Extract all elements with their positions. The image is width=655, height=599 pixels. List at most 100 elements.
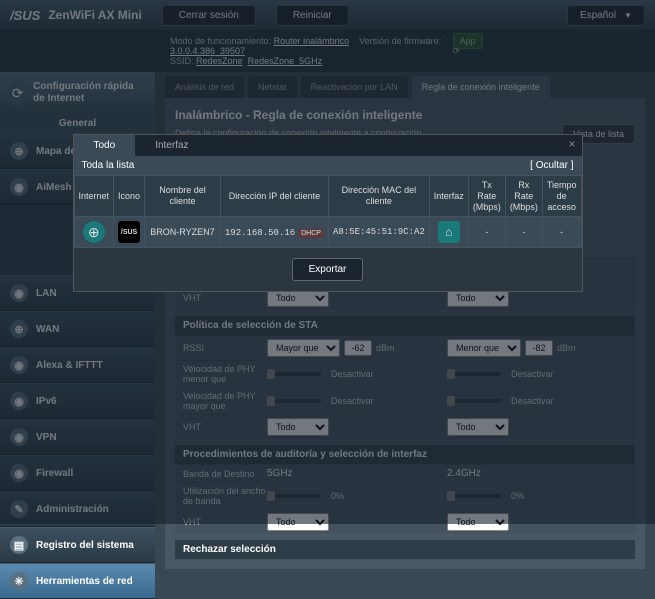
phy-lt-label: Velocidad de PHY menor que: [183, 364, 267, 384]
sidebar-item-label: Registro del sistema: [36, 540, 134, 551]
network-map-icon: ⊕: [10, 142, 28, 160]
close-icon[interactable]: ×: [568, 137, 575, 151]
rssi-val-1[interactable]: [344, 340, 372, 356]
sidebar-item-syslog[interactable]: ▤ Registro del sistema: [0, 527, 155, 563]
vht-select-3a[interactable]: Todo: [267, 513, 329, 531]
rssi-val-2[interactable]: [525, 340, 553, 356]
client-list-modal: × Todo Interfaz Toda la lista [ Ocultar …: [73, 134, 583, 292]
client-table: Internet Icono Nombre del cliente Direcc…: [74, 175, 582, 248]
bw-slider-1[interactable]: [267, 494, 321, 498]
sidebar-item-vpn[interactable]: ◉ VPN: [0, 419, 155, 455]
col-icon: Icono: [114, 176, 145, 217]
col-interface: Interfaz: [429, 176, 468, 217]
sidebar-item-ipv6[interactable]: ◉IPv6: [0, 383, 155, 419]
wan-icon: ⊕: [10, 320, 28, 338]
export-button[interactable]: Exportar: [292, 258, 364, 281]
mode-value[interactable]: Router inalámbrico: [274, 36, 350, 46]
ssid-2[interactable]: RedesZone_5GHz: [248, 56, 323, 66]
vht-select-2a[interactable]: Todo: [267, 418, 329, 436]
client-rx: -: [505, 217, 542, 248]
sidebar-item-alexa[interactable]: ◉ Alexa & IFTTT: [0, 347, 155, 383]
ssid-1[interactable]: RedesZone: [196, 56, 243, 66]
sidebar-item-label: Firewall: [36, 468, 73, 479]
fw-value[interactable]: 3.0.0.4.386_39507: [170, 46, 245, 56]
alexa-icon: ◉: [10, 356, 28, 374]
quick-setup-icon: ⟳: [8, 80, 27, 106]
phy-lt-val-2: Desactivar: [511, 369, 554, 379]
rssi-cond-1[interactable]: Mayor que: [267, 339, 340, 357]
list-title: Toda la lista: [82, 160, 135, 171]
lan-icon: ◉: [10, 284, 28, 302]
modal-tab-interface[interactable]: Interfaz: [135, 135, 208, 156]
nettools-icon: ✳: [10, 572, 28, 590]
col-internet: Internet: [74, 176, 114, 217]
syslog-icon: ▤: [10, 536, 28, 554]
quick-setup-label: Configuración rápida de Internet: [33, 81, 147, 105]
reject-section-header: Rechazar selección: [175, 540, 635, 559]
client-mac: A8:5E:45:51:9C:A2: [328, 217, 429, 248]
band-24ghz: 2.4GHz: [447, 468, 481, 479]
reboot-button[interactable]: Reiniciar: [276, 5, 349, 26]
sidebar-item-firewall[interactable]: ◉ Firewall: [0, 455, 155, 491]
sidebar-item-label: LAN: [36, 288, 57, 299]
vht-label-1: VHT: [183, 293, 267, 303]
sidebar-item-label: VPN: [36, 432, 57, 443]
client-tx: -: [468, 217, 505, 248]
vht-select-2b[interactable]: Todo: [447, 418, 509, 436]
vpn-icon: ◉: [10, 428, 28, 446]
brand-logo: /SUS: [10, 8, 40, 23]
hide-link[interactable]: [ Ocultar ]: [530, 160, 573, 171]
modal-tab-all[interactable]: Todo: [74, 135, 136, 156]
table-row[interactable]: ⊕ /SUS BRON-RYZEN7 192.168.50.16DHCP A8:…: [74, 217, 581, 248]
ssid-label: SSID:: [170, 56, 194, 66]
phy-gt2-val-1: Desactivar: [331, 396, 374, 406]
sidebar-item-label: Herramientas de red: [36, 576, 133, 587]
bw-val-2: 0%: [511, 491, 524, 501]
client-time: -: [542, 217, 581, 248]
tab-netstat[interactable]: Netstat: [248, 76, 297, 98]
fw-label: Versión de firmware:: [359, 36, 441, 46]
sidebar-item-label: WAN: [36, 324, 59, 335]
rssi-label: RSSI: [183, 343, 267, 353]
sidebar-item-nettools[interactable]: ✳ Herramientas de red: [0, 563, 155, 599]
logout-button[interactable]: Cerrar sesión: [162, 5, 256, 26]
phy-gt2-slider-2[interactable]: [447, 399, 501, 403]
phy-lt-slider-2[interactable]: [447, 372, 501, 376]
band-5ghz: 5GHz: [267, 468, 293, 479]
tab-net-analysis[interactable]: Análisis de red: [165, 76, 244, 98]
vht-select-3b[interactable]: Todo: [447, 513, 509, 531]
col-ip: Dirección IP del cliente: [220, 176, 328, 217]
client-name: BRON-RYZEN7: [145, 217, 221, 248]
bw-slider-2[interactable]: [447, 494, 501, 498]
device-brand-icon: /SUS: [118, 221, 140, 243]
tab-wol[interactable]: Reactivación por LAN: [301, 76, 408, 98]
col-time: Tiempo de acceso: [542, 176, 581, 217]
sidebar-item-admin[interactable]: ✎ Administración: [0, 491, 155, 527]
ipv6-icon: ◉: [10, 392, 28, 410]
band-label: Banda de Destino: [183, 469, 267, 479]
tab-smart-connect[interactable]: Regla de conexión inteligente: [412, 76, 550, 98]
phy-gt2-val-2: Desactivar: [511, 396, 554, 406]
client-ip: 192.168.50.16: [225, 228, 295, 238]
phy-lt-slider-1[interactable]: [267, 372, 321, 376]
rssi-unit-2: dBm: [557, 343, 576, 353]
sidebar-item-label: Alexa & IFTTT: [36, 360, 103, 371]
language-selector[interactable]: Español: [567, 5, 645, 26]
rssi-cond-2[interactable]: Menor que: [447, 339, 521, 357]
sidebar-item-label: Administración: [36, 504, 109, 515]
phy-gt-label-2: Velocidad de PHY mayor que: [183, 391, 267, 411]
firewall-icon: ◉: [10, 464, 28, 482]
sidebar-item-wan[interactable]: ⊕ WAN: [0, 311, 155, 347]
audit-section-header: Procedimientos de auditoría y selección …: [175, 445, 635, 464]
rssi-unit-1: dBm: [376, 343, 395, 353]
quick-setup-button[interactable]: ⟳ Configuración rápida de Internet: [0, 72, 155, 114]
product-name: ZenWiFi AX Mini: [48, 8, 141, 22]
sidebar-general-header: General: [0, 114, 155, 133]
vht-label-3: VHT: [183, 517, 267, 527]
aimesh-icon: ◉: [10, 178, 28, 196]
vht-label-2: VHT: [183, 422, 267, 432]
phy-gt2-slider-1[interactable]: [267, 399, 321, 403]
admin-icon: ✎: [10, 500, 28, 518]
sidebar-item-label: AiMesh: [36, 182, 72, 193]
internet-icon: ⊕: [83, 221, 105, 243]
